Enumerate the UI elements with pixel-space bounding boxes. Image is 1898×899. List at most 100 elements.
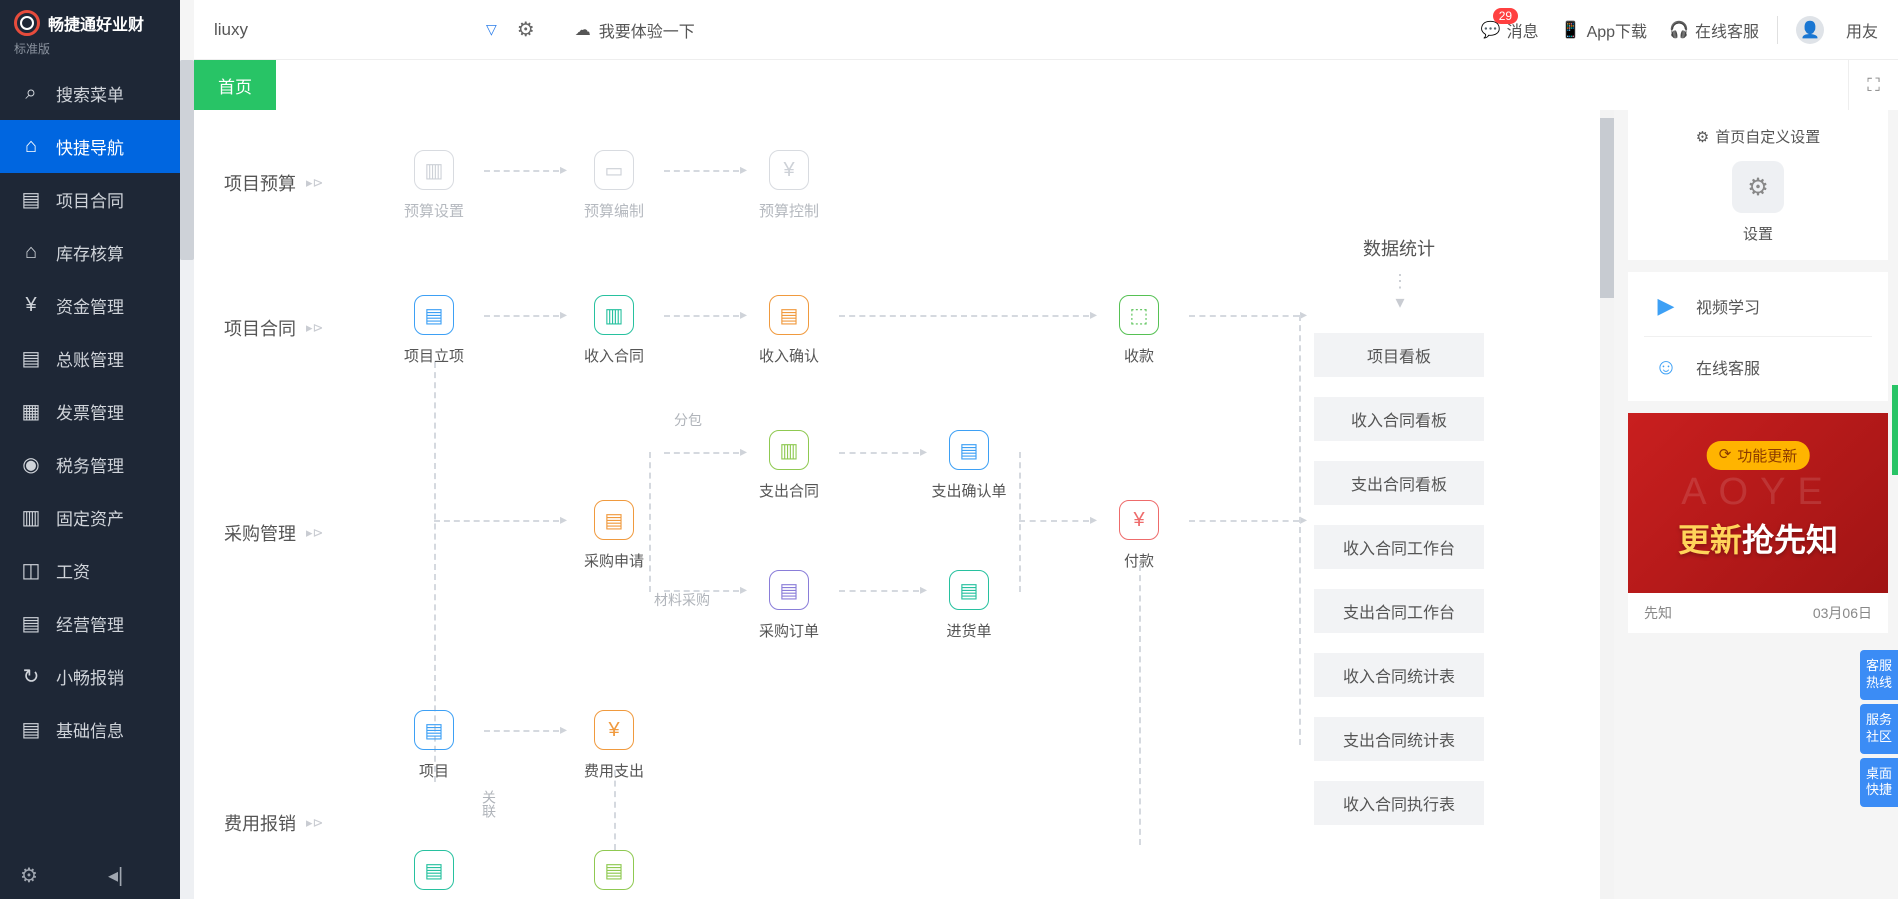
float-community[interactable]: 服务社区	[1860, 704, 1898, 754]
node-income-confirm[interactable]: ▤收入确认	[744, 295, 834, 366]
sidebar-scrollbar[interactable]	[180, 60, 194, 899]
node-expense-confirm[interactable]: ▤支出确认单	[924, 430, 1014, 501]
section-budget: 项目预算▸⊳	[224, 170, 323, 196]
section-purchase: 采购管理▸⊳	[224, 520, 323, 546]
settings-button[interactable]: ⚙	[1732, 161, 1784, 213]
tabbar: 首页 ⛶	[194, 60, 1898, 110]
nav-ledger[interactable]: ▤总账管理	[0, 332, 180, 385]
main-scrollbar[interactable]	[1600, 110, 1614, 899]
nav-quick[interactable]: ⌂快捷导航	[0, 120, 180, 173]
org-selector[interactable]: liuxy ▽	[214, 20, 497, 40]
stats-title: 数据统计	[1314, 235, 1484, 261]
dots-icon: ⋮▾	[1314, 271, 1484, 313]
section-contract: 项目合同▸⊳	[224, 315, 323, 341]
headset-icon: 🎧	[1669, 20, 1689, 40]
stat-income-board[interactable]: 收入合同看板	[1314, 397, 1484, 441]
node-budget-control[interactable]: ¥预算控制	[744, 150, 834, 221]
nav-contract[interactable]: ▤项目合同	[0, 173, 180, 226]
tax-icon: ◉	[20, 454, 42, 476]
stat-project-board[interactable]: 项目看板	[1314, 333, 1484, 377]
link-video[interactable]: ▶视频学习	[1644, 276, 1872, 337]
yen-icon: ¥	[20, 295, 42, 317]
try-button[interactable]: ☁ 我要体验一下	[575, 18, 695, 42]
stat-expense-workbench[interactable]: 支出合同工作台	[1314, 589, 1484, 633]
stat-expense-stats[interactable]: 支出合同统计表	[1314, 717, 1484, 761]
stats-panel: 数据统计 ⋮▾ 项目看板 收入合同看板 支出合同看板 收入合同工作台 支出合同工…	[1314, 235, 1484, 845]
nav-tax[interactable]: ◉税务管理	[0, 438, 180, 491]
branch-subcontract: 分包	[674, 410, 702, 430]
brand-name: 畅捷通好业财	[48, 11, 144, 35]
node-purchase-order[interactable]: ▤采购订单	[744, 570, 834, 641]
support-icon: ☺	[1652, 353, 1680, 381]
banner[interactable]: ⟳功能更新 AOYE 更新抢先知	[1628, 413, 1888, 593]
nav-funds[interactable]: ¥资金管理	[0, 279, 180, 332]
biz-icon: ▤	[20, 613, 42, 635]
nav-business[interactable]: ▤经营管理	[0, 597, 180, 650]
node-project[interactable]: ▤项目	[389, 710, 479, 781]
stat-expense-board[interactable]: 支出合同看板	[1314, 461, 1484, 505]
node-receive[interactable]: ⬚收款	[1094, 295, 1184, 366]
nav-search[interactable]: ⌕搜索菜单	[0, 67, 180, 120]
invoice-icon: ▦	[20, 401, 42, 423]
fullscreen-icon[interactable]: ⛶	[1848, 60, 1898, 110]
node-receipt[interactable]: ▤进货单	[924, 570, 1014, 641]
float-tabs: 客服热线 服务社区 桌面快捷	[1860, 650, 1898, 811]
banner-text: 更新抢先知	[1628, 515, 1888, 561]
brand-edition: 标准版	[0, 40, 180, 67]
basic-icon: ▤	[20, 719, 42, 741]
node-budget-compile[interactable]: ▭预算编制	[569, 150, 659, 221]
video-icon: ▶	[1652, 292, 1680, 320]
float-hotline[interactable]: 客服热线	[1860, 650, 1898, 700]
gear-icon: ⚙	[1696, 128, 1709, 146]
nav-inventory[interactable]: ⌂库存核算	[0, 226, 180, 279]
float-shortcut[interactable]: 桌面快捷	[1860, 758, 1898, 808]
sidebar: 畅捷通好业财 标准版 ⌕搜索菜单 ⌂快捷导航 ▤项目合同 ⌂库存核算 ¥资金管理…	[0, 0, 180, 899]
doc-icon: ▤	[20, 189, 42, 211]
avatar[interactable]: 👤	[1796, 16, 1824, 44]
nav-salary[interactable]: ◫工资	[0, 544, 180, 597]
user-name[interactable]: 用友	[1846, 18, 1878, 42]
stat-income-workbench[interactable]: 收入合同工作台	[1314, 525, 1484, 569]
nav-asset[interactable]: ▥固定资产	[0, 491, 180, 544]
download-button[interactable]: 📱 App下载	[1561, 18, 1647, 42]
node-bottom-1[interactable]: ▤	[389, 850, 479, 899]
node-project-init[interactable]: ▤项目立项	[389, 295, 479, 366]
node-bottom-2[interactable]: ▤	[569, 850, 659, 899]
settings-icon[interactable]: ⚙	[20, 863, 38, 888]
links-card: ▶视频学习 ☺在线客服	[1628, 272, 1888, 401]
right-panel: ⚙首页自定义设置 ⚙ 设置 ▶视频学习 ☺在线客服 ⟳功能更新 AOYE 更新抢…	[1628, 110, 1888, 899]
nav-reimburse[interactable]: ↻小畅报销	[0, 650, 180, 703]
link-label: 关联	[479, 790, 499, 818]
topbar: liuxy ▽ ⚙ ☁ 我要体验一下 💬 消息 29 📱 App下载 🎧 在线客…	[194, 0, 1898, 60]
nav-basic[interactable]: ▤基础信息	[0, 703, 180, 756]
node-budget-setting[interactable]: ▥预算设置	[389, 150, 479, 221]
triangle-icon: ▸⊳	[306, 320, 323, 336]
bfoot-left: 先知	[1644, 603, 1672, 623]
sec-purchase-title: 采购管理	[224, 520, 296, 546]
stat-income-stats[interactable]: 收入合同统计表	[1314, 653, 1484, 697]
planet-icon: ☁	[575, 20, 591, 40]
service-button[interactable]: 🎧 在线客服	[1669, 18, 1759, 42]
node-expense-contract[interactable]: ▥支出合同	[744, 430, 834, 501]
logo: 畅捷通好业财	[0, 0, 180, 40]
reimburse-icon: ↻	[20, 666, 42, 688]
nav-invoice[interactable]: ▦发票管理	[0, 385, 180, 438]
bfoot-date: 03月06日	[1813, 603, 1872, 623]
gear-icon[interactable]: ⚙	[517, 17, 535, 42]
node-pay[interactable]: ¥付款	[1094, 500, 1184, 571]
stat-income-exec[interactable]: 收入合同执行表	[1314, 781, 1484, 825]
node-income-contract[interactable]: ▥收入合同	[569, 295, 659, 366]
section-expense: 费用报销▸⊳	[224, 810, 323, 836]
branch-material: 材料采购	[654, 590, 710, 610]
link-service[interactable]: ☺在线客服	[1644, 337, 1872, 397]
org-name: liuxy	[214, 20, 248, 40]
banner-tag: ⟳功能更新	[1707, 441, 1810, 470]
collapse-icon[interactable]: ◂|	[108, 863, 123, 888]
msg-badge: 29	[1493, 8, 1518, 24]
messages-button[interactable]: 💬 消息 29	[1481, 18, 1539, 42]
main-canvas: 项目预算▸⊳ ▥预算设置 ▭预算编制 ¥预算控制 项目合同▸⊳ ▤项目立项 ▥收…	[194, 110, 1614, 899]
tab-home[interactable]: 首页	[194, 60, 276, 110]
node-purchase-request[interactable]: ▤采购申请	[569, 500, 659, 571]
banner-ghost: AOYE	[1628, 471, 1888, 514]
sidebar-footer: ⚙ ◂|	[0, 851, 180, 899]
